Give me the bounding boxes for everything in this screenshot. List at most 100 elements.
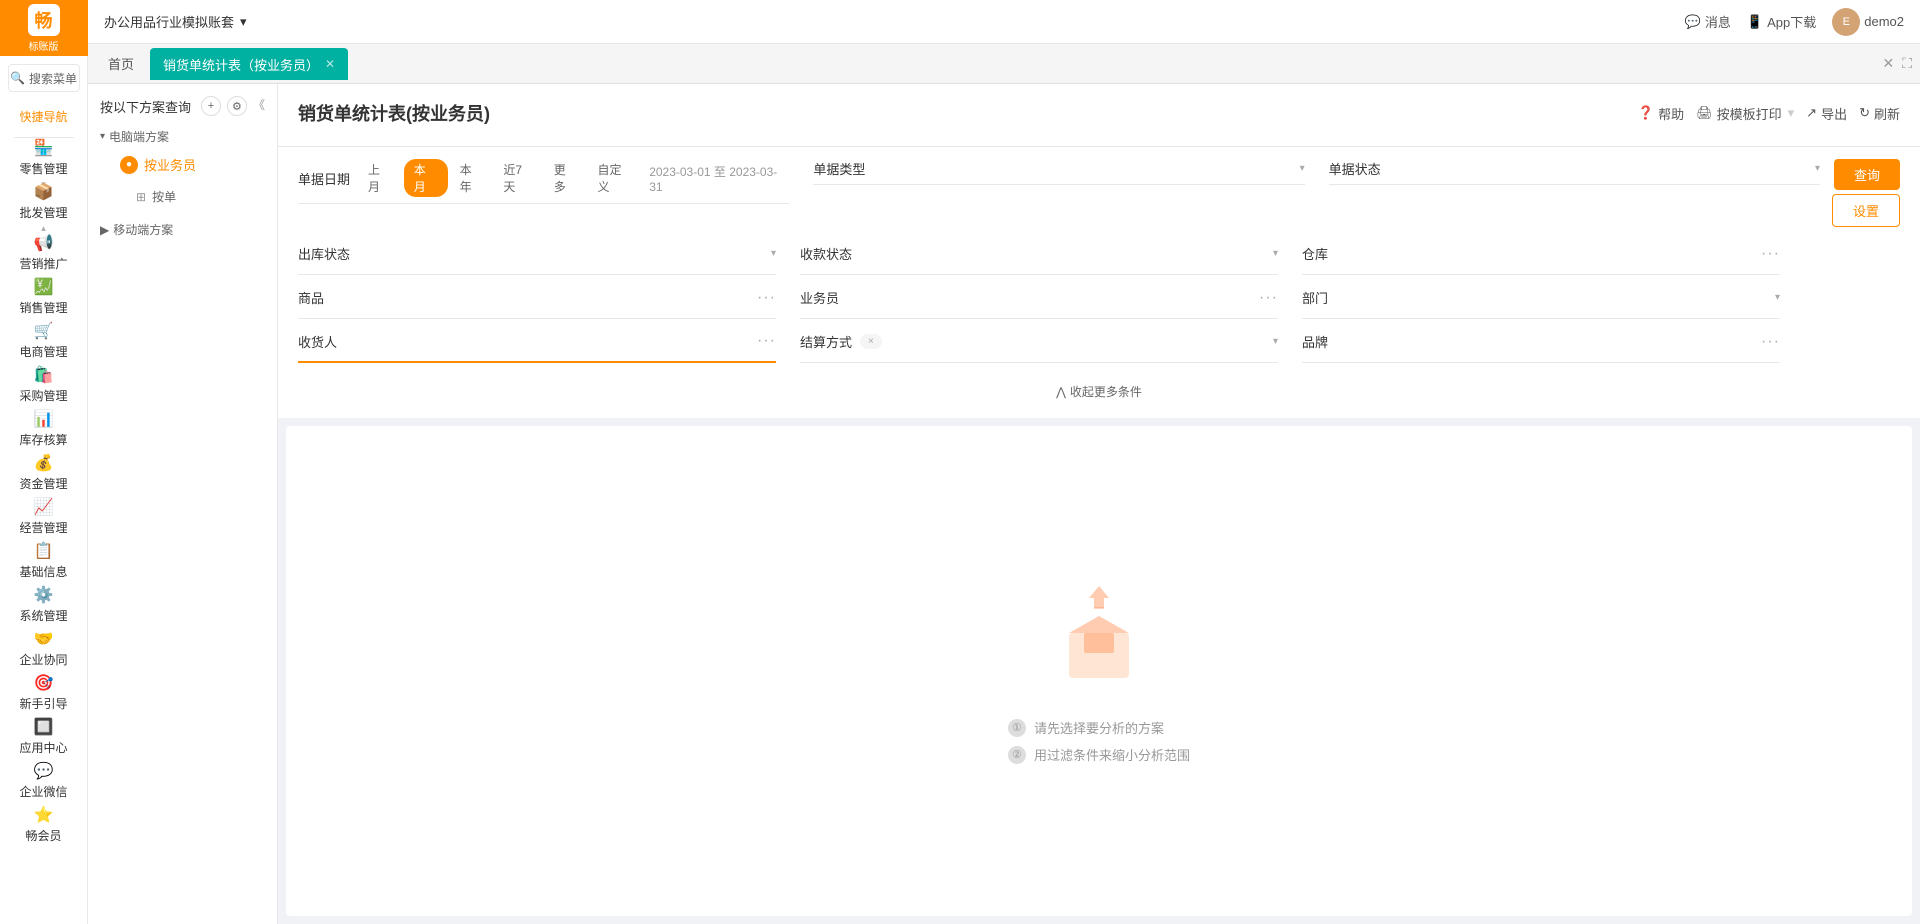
sidebar-item-marketing[interactable]: 📢 营销推广 xyxy=(0,230,88,274)
receipt-status-control[interactable]: ▾ xyxy=(868,248,1278,259)
template-print-button[interactable]: 🖨 按模板打印 ▾ xyxy=(1696,104,1794,123)
sidebar-item-member[interactable]: ⭐ 畅会员 xyxy=(0,802,88,846)
sidebar-item-label-operation: 经营管理 xyxy=(19,519,67,536)
basic-icon: 📋 xyxy=(34,541,54,561)
refresh-label: 刷新 xyxy=(1874,104,1900,123)
tab-close-button[interactable]: ✕ xyxy=(325,57,335,71)
logo-icon: 畅 xyxy=(28,4,60,36)
salesperson-control[interactable]: ··· xyxy=(848,289,1278,307)
doc-status-label: 单据状态 xyxy=(1329,159,1385,178)
department-filter[interactable]: 部门 ▾ xyxy=(1302,283,1780,319)
salesperson-filter[interactable]: 业务员 ··· xyxy=(800,283,1278,319)
settlement-x[interactable]: × xyxy=(868,336,874,347)
warehouse-filter[interactable]: 仓库 ··· xyxy=(1302,239,1780,275)
tab-home[interactable]: 首页 xyxy=(96,48,146,80)
sidebar-shortcut[interactable]: 快捷导航 xyxy=(0,100,87,133)
sidebar-item-operation[interactable]: 📈 经营管理 xyxy=(0,494,88,538)
goods-label: 商品 xyxy=(298,288,328,307)
message-button[interactable]: 💬 消息 xyxy=(1685,12,1731,31)
inventory-icon: 📊 xyxy=(34,409,54,429)
finance-icon: 💰 xyxy=(34,453,54,473)
consignee-filter[interactable]: 收货人 ··· xyxy=(298,327,776,363)
consignee-control[interactable]: ··· xyxy=(346,332,776,350)
doc-status-control[interactable]: ▾ xyxy=(1393,163,1820,174)
refresh-button[interactable]: ↻ 刷新 xyxy=(1859,104,1900,123)
settlement-filter[interactable]: 结算方式 × ▾ xyxy=(800,327,1278,363)
pc-scheme-group: ▾ 电脑端方案 ● 按业务员 ⊞ 按单 xyxy=(88,124,277,213)
help-button[interactable]: ❓ 帮助 xyxy=(1638,104,1684,123)
user-profile[interactable]: E demo2 xyxy=(1832,8,1904,36)
settlement-control[interactable]: ▾ xyxy=(890,336,1278,347)
sidebar-item-inventory[interactable]: 📊 库存核算 xyxy=(0,406,88,450)
department-control[interactable]: ▾ xyxy=(1340,292,1780,303)
tab-maximize-area: ✕ ⛶ xyxy=(1882,55,1912,72)
receipt-status-filter[interactable]: 收款状态 ▾ xyxy=(800,239,1278,275)
doc-type-arrow: ▾ xyxy=(1300,163,1305,174)
sidebar-item-basic[interactable]: 📋 基础信息 xyxy=(0,538,88,582)
settings-scheme-button[interactable]: ⚙ xyxy=(227,96,247,116)
query-button[interactable]: 查询 xyxy=(1834,159,1900,190)
home-tab-label: 首页 xyxy=(108,54,134,73)
date-btn-7days[interactable]: 近7天 xyxy=(495,159,541,197)
query-btn-group: 查询 设置 xyxy=(1820,159,1900,227)
salesperson-dots: ··· xyxy=(1259,289,1278,307)
search-menu-button[interactable]: 🔍 搜索菜单 xyxy=(8,64,80,92)
doc-status-filter[interactable]: 单据状态 ▾ xyxy=(1329,159,1820,185)
sidebar-item-cooperation[interactable]: 🤝 企业协同 xyxy=(0,626,88,670)
workspace-title-text: 办公用品行业模拟账套 xyxy=(104,12,234,31)
out-status-control[interactable]: ▾ xyxy=(366,248,776,259)
message-label: 消息 xyxy=(1705,12,1731,31)
sidebar-item-label-apps: 应用中心 xyxy=(19,739,67,756)
doc-type-filter[interactable]: 单据类型 ▾ xyxy=(813,159,1304,185)
goods-filter[interactable]: 商品 ··· xyxy=(298,283,776,319)
date-btn-last-month[interactable]: 上月 xyxy=(360,159,400,197)
tab-report[interactable]: 销货单统计表（按业务员） ✕ xyxy=(150,48,348,80)
filter-section: 单据日期 上月 本月 本年 近7天 更多 自定义 2023-03-01 至 20… xyxy=(278,147,1920,418)
empty-tip-2: ② 用过滤条件来缩小分析范围 xyxy=(1008,745,1190,764)
doc-type-control[interactable]: ▾ xyxy=(877,163,1304,174)
collapse-filters-button[interactable]: ⋀ 收起更多条件 xyxy=(1050,377,1148,406)
topbar-right: 💬 消息 📱 App下载 E demo2 xyxy=(1685,8,1904,36)
collapse-left-panel-button[interactable]: 《 xyxy=(253,96,265,116)
sidebar-logo[interactable]: 畅 标账版 xyxy=(0,0,88,56)
date-btn-more[interactable]: 更多 xyxy=(546,159,586,197)
out-status-filter[interactable]: 出库状态 ▾ xyxy=(298,239,776,275)
sidebar: 畅 标账版 🔍 搜索菜单 快捷导航 🏪 零售管理 ▾ 📦 批发管理 ▴ 📢 营销… xyxy=(0,0,88,924)
sidebar-item-finance[interactable]: 💰 资金管理 xyxy=(0,450,88,494)
sidebar-item-system[interactable]: ⚙️ 系统管理 xyxy=(0,582,88,626)
goods-control[interactable]: ··· xyxy=(336,289,776,307)
sidebar-item-ecommerce[interactable]: 🛒 电商管理 xyxy=(0,318,88,362)
sidebar-item-sales[interactable]: 💹 销售管理 xyxy=(0,274,88,318)
mobile-group-title[interactable]: ▶ 移动端方案 xyxy=(100,217,265,242)
export-button[interactable]: ↗ 导出 xyxy=(1806,104,1847,123)
set-button[interactable]: 设置 xyxy=(1832,194,1900,227)
print-dropdown-arrow[interactable]: ▾ xyxy=(1788,105,1795,121)
sidebar-item-retail[interactable]: 🏪 零售管理 ▾ xyxy=(0,142,88,186)
empty-tip-1: ① 请先选择要分析的方案 xyxy=(1008,718,1190,737)
sidebar-item-wechat[interactable]: 💬 企业微信 xyxy=(0,758,88,802)
date-btn-this-year[interactable]: 本年 xyxy=(452,159,492,197)
brand-control[interactable]: ··· xyxy=(1340,333,1780,351)
sidebar-item-newbie[interactable]: 🎯 新手引导 xyxy=(0,670,88,714)
maximize-window-button[interactable]: ⛶ xyxy=(1902,55,1912,72)
sidebar-item-wholesale[interactable]: 📦 批发管理 ▴ xyxy=(0,186,88,230)
goods-dots: ··· xyxy=(757,289,776,307)
sidebar-item-apps[interactable]: 🔲 应用中心 xyxy=(0,714,88,758)
settlement-tag: × xyxy=(860,334,882,349)
mobile-group-label: 移动端方案 xyxy=(113,221,173,238)
workspace-title[interactable]: 办公用品行业模拟账套 ▾ xyxy=(104,12,247,31)
warehouse-control[interactable]: ··· xyxy=(1340,245,1780,263)
date-btn-custom[interactable]: 自定义 xyxy=(590,159,642,197)
pc-group-title[interactable]: ▾ 电脑端方案 xyxy=(100,124,265,149)
add-scheme-button[interactable]: + xyxy=(201,96,221,116)
scheme-item-by-salesperson[interactable]: ● 按业务员 xyxy=(100,149,265,180)
brand-filter[interactable]: 品牌 ··· xyxy=(1302,327,1780,363)
close-window-button[interactable]: ✕ xyxy=(1882,55,1894,72)
apps-icon: 🔲 xyxy=(34,717,54,737)
download-icon: 📱 xyxy=(1747,14,1763,30)
app-download-button[interactable]: 📱 App下载 xyxy=(1747,12,1816,31)
consignee-dots: ··· xyxy=(757,332,776,350)
date-btn-this-month[interactable]: 本月 xyxy=(404,159,448,197)
sidebar-item-purchase[interactable]: 🛍️ 采购管理 xyxy=(0,362,88,406)
sub-item-by-order[interactable]: ⊞ 按单 xyxy=(128,184,265,209)
